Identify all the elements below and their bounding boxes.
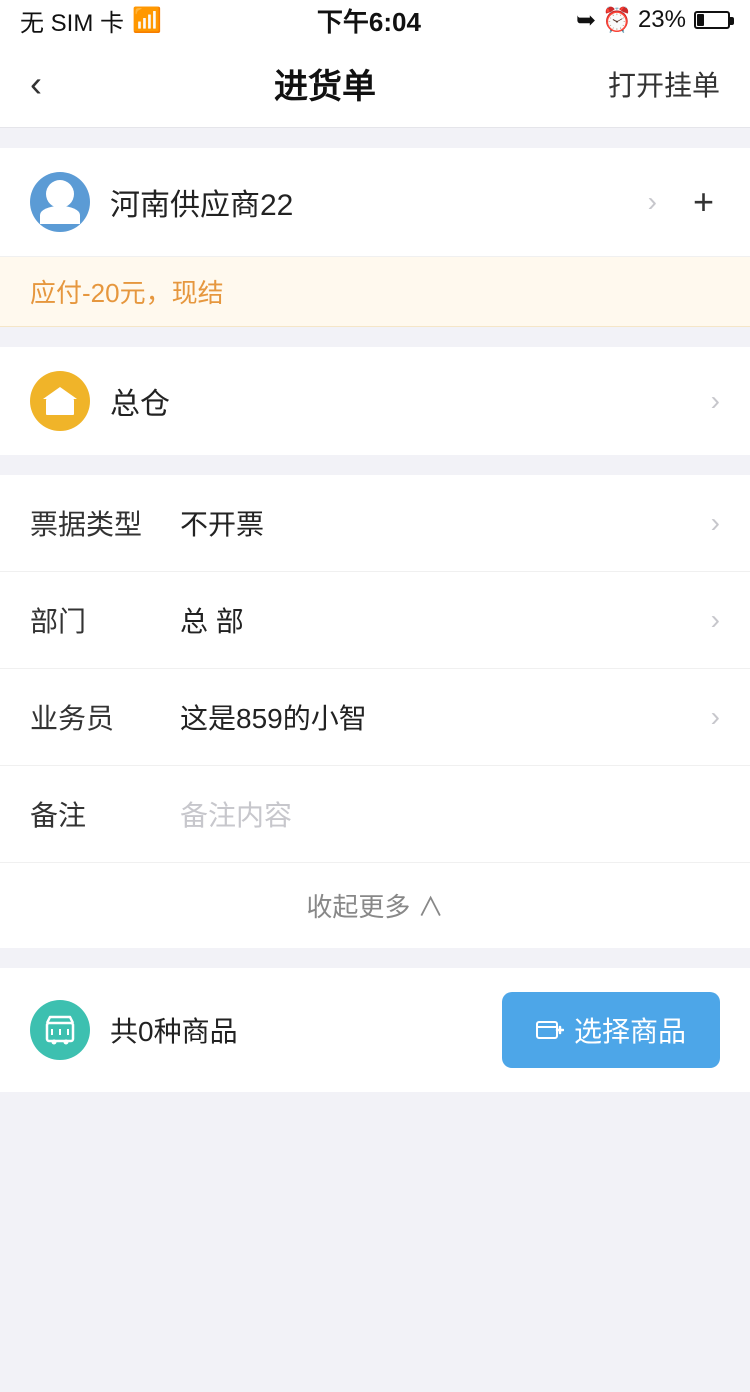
battery-icon	[694, 11, 730, 29]
carrier-text: 无 SIM 卡	[20, 3, 124, 38]
warehouse-name: 总仓	[110, 379, 711, 423]
status-time: 下午6:04	[317, 2, 421, 39]
invoice-type-value: 不开票	[180, 503, 711, 543]
alarm-icon: ⏰	[602, 6, 632, 35]
invoice-type-chevron-icon: ›	[711, 507, 720, 539]
page-title: 进货单	[274, 59, 376, 108]
house-body	[46, 399, 74, 415]
battery-percent: 23%	[638, 6, 686, 34]
select-product-label: 选择商品	[574, 1010, 686, 1050]
avatar-body	[40, 206, 80, 224]
open-pending-button[interactable]: 打开挂单	[608, 64, 720, 104]
supplier-chevron-icon: ›	[648, 186, 657, 218]
section-gap-2	[0, 327, 750, 347]
product-count: 共0种商品	[110, 1010, 502, 1050]
department-chevron-icon: ›	[711, 604, 720, 636]
house-roof	[43, 387, 77, 399]
department-label: 部门	[30, 600, 150, 640]
remarks-row[interactable]: 备注 备注内容	[0, 765, 750, 862]
page-background	[0, 1092, 750, 1392]
select-product-button[interactable]: 选择商品	[502, 992, 720, 1068]
status-bar: 无 SIM 卡 📶 下午6:04 ➥ ⏰ 23%	[0, 0, 750, 40]
salesperson-value: 这是859的小智	[180, 697, 711, 737]
supplier-name: 河南供应商22	[110, 180, 648, 224]
warehouse-chevron-icon: ›	[711, 385, 720, 417]
status-right: ➥ ⏰ 23%	[576, 6, 730, 35]
section-gap-1	[0, 128, 750, 148]
back-button[interactable]: ‹	[30, 53, 42, 115]
supplier-row[interactable]: 河南供应商22 › +	[0, 148, 750, 257]
wifi-icon: 📶	[132, 6, 162, 35]
remarks-input[interactable]: 备注内容	[180, 794, 720, 834]
department-row[interactable]: 部门 总 部 ›	[0, 571, 750, 668]
notice-bar: 应付-20元，现结	[0, 257, 750, 327]
avatar-head	[46, 180, 74, 208]
form-card: 票据类型 不开票 › 部门 总 部 › 业务员 这是859的小智 › 备注 备注…	[0, 475, 750, 948]
location-icon: ➥	[576, 6, 596, 35]
invoice-type-label: 票据类型	[30, 503, 150, 543]
add-button[interactable]: +	[687, 181, 720, 223]
cart-icon-wrap	[30, 1000, 90, 1060]
section-gap-3	[0, 455, 750, 475]
salesperson-chevron-icon: ›	[711, 701, 720, 733]
supplier-card: 河南供应商22 › + 应付-20元，现结	[0, 148, 750, 327]
remarks-label: 备注	[30, 794, 150, 834]
bottom-section: 共0种商品 选择商品	[0, 968, 750, 1092]
invoice-type-row[interactable]: 票据类型 不开票 ›	[0, 475, 750, 571]
salesperson-row[interactable]: 业务员 这是859的小智 ›	[0, 668, 750, 765]
supplier-avatar	[30, 172, 90, 232]
warehouse-icon	[30, 371, 90, 431]
status-left: 无 SIM 卡 📶	[20, 3, 162, 38]
nav-bar: ‹ 进货单 打开挂单	[0, 40, 750, 128]
warehouse-row[interactable]: 总仓 ›	[0, 347, 750, 455]
salesperson-label: 业务员	[30, 697, 150, 737]
warehouse-card[interactable]: 总仓 ›	[0, 347, 750, 455]
collapse-button[interactable]: 收起更多 ∧	[0, 862, 750, 948]
cart-icon	[43, 1015, 77, 1045]
house-icon	[43, 387, 77, 415]
department-value: 总 部	[180, 600, 711, 640]
content: 河南供应商22 › + 应付-20元，现结 总仓 › 票据类型 不开票 ›	[0, 128, 750, 1392]
select-product-icon	[536, 1018, 564, 1042]
